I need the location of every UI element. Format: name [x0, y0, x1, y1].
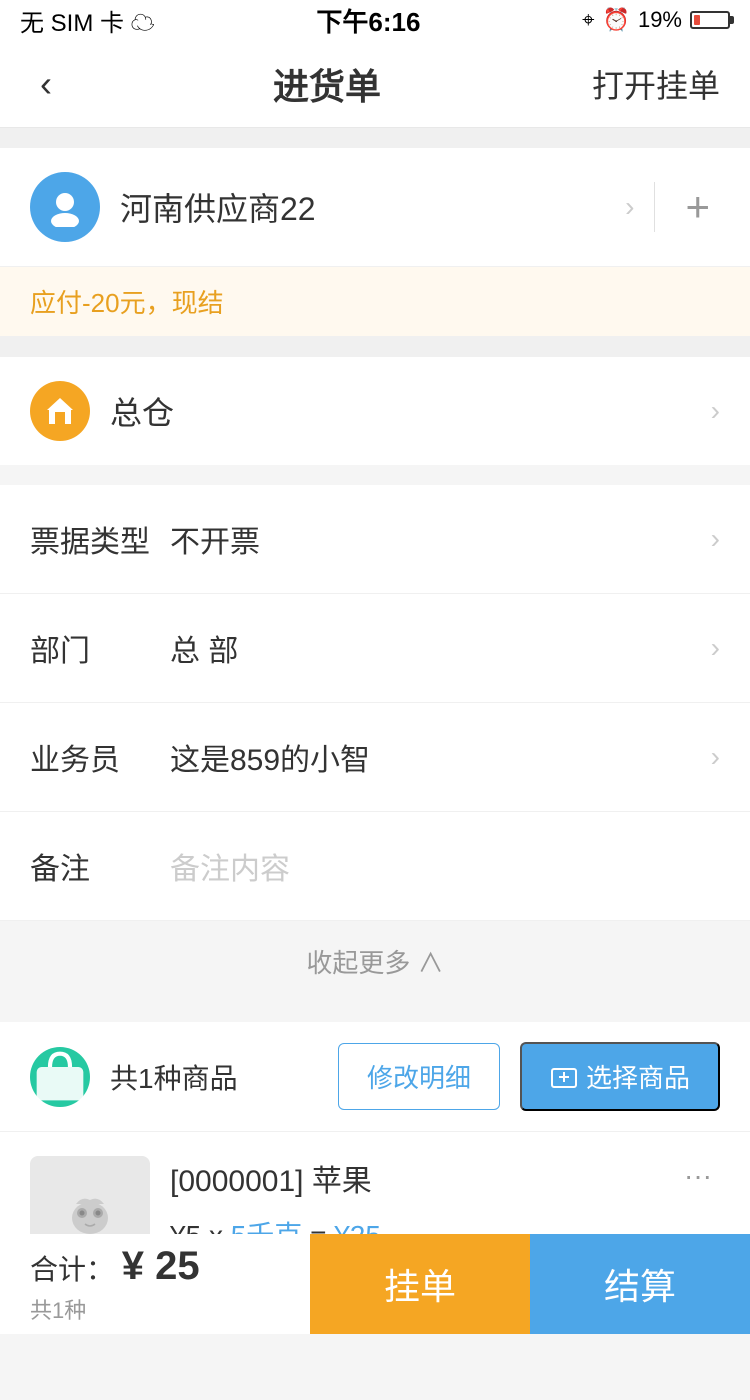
separator-supplier: [0, 337, 750, 357]
department-row[interactable]: 部门 总 部 ›: [0, 594, 750, 703]
status-time: 下午6:16: [316, 2, 420, 39]
product-code: [0000001]: [170, 1165, 303, 1198]
total-row: 合计： ¥ 25: [30, 1244, 280, 1289]
product-icon: [30, 1047, 90, 1107]
supplier-chevron-icon: ›: [625, 191, 634, 223]
supplier-row[interactable]: 河南供应商22 › +: [0, 148, 750, 267]
alarm-icon: ⏰: [603, 7, 630, 33]
total-amount: ¥ 25: [122, 1244, 200, 1288]
battery-icon: [690, 11, 730, 29]
product-header: 共1种商品 修改明细 选择商品: [0, 1022, 750, 1131]
more-options-button[interactable]: ···: [676, 1156, 720, 1196]
supplier-avatar: [30, 172, 100, 242]
select-product-icon: [550, 1063, 578, 1091]
vertical-divider: [654, 182, 655, 232]
select-product-label: 选择商品: [586, 1058, 690, 1095]
warehouse-section: 总仓 ›: [0, 357, 750, 465]
department-label: 部门: [30, 626, 170, 670]
supplier-name: 河南供应商22: [120, 184, 625, 230]
remark-row[interactable]: 备注 备注内容: [0, 812, 750, 921]
remark-input[interactable]: 备注内容: [170, 844, 720, 888]
ticket-type-value: 不开票: [170, 517, 711, 561]
salesman-value: 这是859的小智: [170, 735, 711, 779]
footer-bar: 合计： ¥ 25 共1种 挂单 结算: [0, 1234, 750, 1334]
department-value: 总 部: [170, 626, 711, 670]
pending-button[interactable]: 挂单: [310, 1234, 530, 1334]
status-left: 无 SIM 卡 ☁: [20, 3, 155, 38]
warehouse-row[interactable]: 总仓 ›: [0, 357, 750, 465]
battery-text: 19%: [638, 7, 682, 33]
settle-button[interactable]: 结算: [530, 1234, 750, 1334]
location-icon: ⌖: [582, 7, 594, 33]
ticket-type-chevron-icon: ›: [711, 523, 720, 555]
collapse-bar[interactable]: 收起更多 ∧: [0, 921, 750, 1002]
total-label: 合计：: [30, 1254, 114, 1285]
notice-row: 应付-20元，现结: [0, 267, 750, 337]
form-section: 票据类型 不开票 › 部门 总 部 › 业务员 这是859的小智 › 备注 备注…: [0, 485, 750, 921]
salesman-row[interactable]: 业务员 这是859的小智 ›: [0, 703, 750, 812]
ticket-type-label: 票据类型: [30, 517, 170, 561]
supplier-section: 河南供应商22 › + 应付-20元，现结: [0, 148, 750, 337]
warehouse-icon: [30, 381, 90, 441]
house-icon: [43, 394, 77, 428]
status-right: ⌖ ⏰ 19%: [582, 7, 730, 33]
shopping-icon: [30, 1047, 90, 1107]
warehouse-chevron-icon: ›: [711, 395, 720, 427]
salesman-label: 业务员: [30, 735, 170, 779]
department-chevron-icon: ›: [711, 632, 720, 664]
page-title: 进货单: [273, 58, 381, 110]
select-product-button[interactable]: 选择商品: [520, 1042, 720, 1111]
sim-status: 无 SIM 卡 ☁: [20, 3, 155, 38]
ticket-type-row[interactable]: 票据类型 不开票 ›: [0, 485, 750, 594]
product-name: [0000001] 苹果: [170, 1156, 676, 1200]
separator-top: [0, 128, 750, 148]
total-info: 合计： ¥ 25 共1种: [0, 1244, 310, 1325]
product-count-label: 共1种商品: [110, 1057, 338, 1097]
edit-detail-button[interactable]: 修改明细: [338, 1043, 500, 1110]
warehouse-name: 总仓: [110, 388, 711, 434]
product-title: 苹果: [312, 1165, 372, 1198]
avatar-icon: [45, 187, 85, 227]
open-pending-button[interactable]: 打开挂单: [592, 61, 720, 107]
add-button[interactable]: +: [675, 183, 720, 231]
salesman-chevron-icon: ›: [711, 741, 720, 773]
nav-bar: ‹ 进货单 打开挂单: [0, 40, 750, 128]
status-bar: 无 SIM 卡 ☁ 下午6:16 ⌖ ⏰ 19%: [0, 0, 750, 40]
total-count: 共1种: [30, 1293, 280, 1325]
back-button[interactable]: ‹: [30, 53, 62, 115]
remark-label: 备注: [30, 844, 170, 888]
